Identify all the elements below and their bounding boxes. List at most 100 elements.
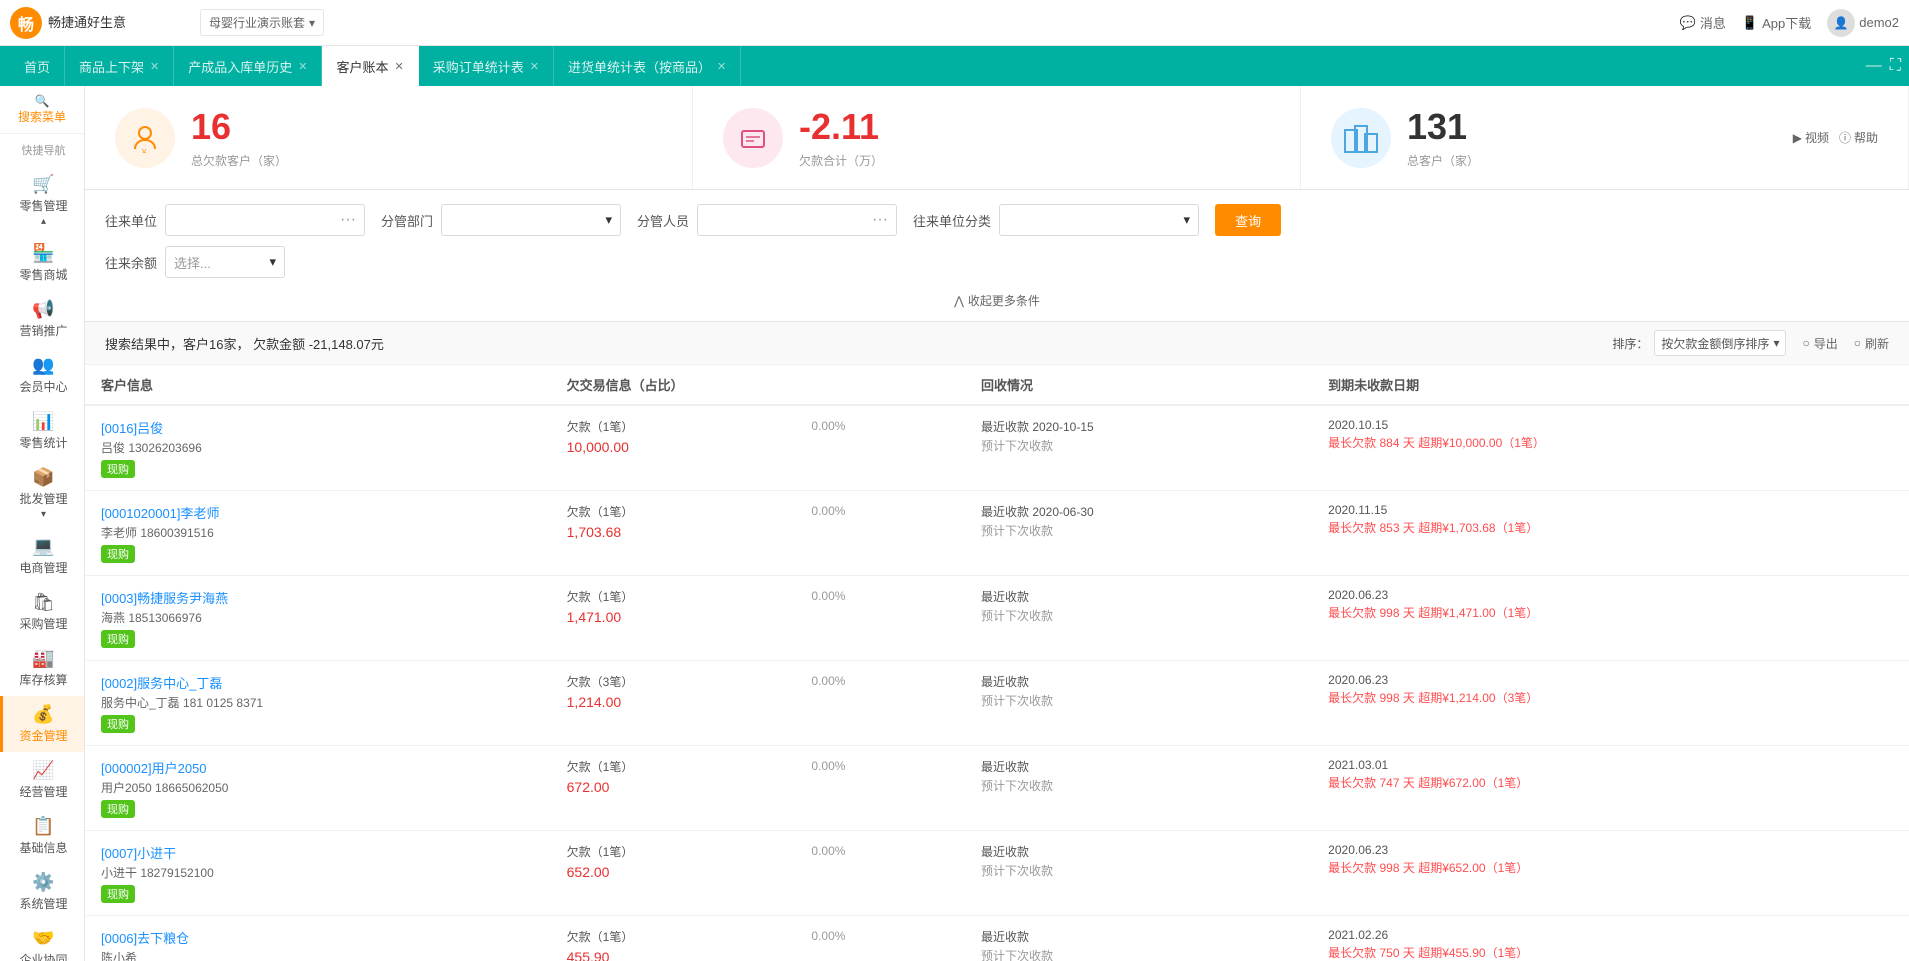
- overdue-link[interactable]: 超期¥1,214.00（3笔）: [1418, 691, 1538, 705]
- sidebar-item-finance[interactable]: 💰 资金管理: [0, 696, 84, 752]
- debt-percent: 0.00%: [811, 419, 845, 433]
- query-button[interactable]: 查询: [1215, 204, 1281, 236]
- customer-code-link[interactable]: [0001020001]李老师: [101, 506, 220, 521]
- debt-amount[interactable]: 455.90: [567, 949, 610, 961]
- user-profile-btn[interactable]: 👤 demo2: [1827, 9, 1899, 37]
- message-btn[interactable]: 💬 消息: [1680, 13, 1726, 32]
- overdue-link[interactable]: 超期¥1,703.68（1笔）: [1418, 521, 1538, 535]
- sidebar-item-member-center[interactable]: 👥 会员中心: [0, 347, 84, 403]
- refresh-btn[interactable]: ○ 刷新: [1854, 335, 1889, 352]
- tab-close-icon[interactable]: ✕: [150, 60, 159, 73]
- customer-contact: 陈小希: [101, 949, 535, 961]
- tab-close-icon[interactable]: ✕: [298, 60, 307, 73]
- batch-icon: 📦: [32, 467, 54, 488]
- debt-amount[interactable]: 1,471.00: [567, 609, 622, 625]
- sidebar-item-marketing[interactable]: 📢 营销推广: [0, 291, 84, 347]
- sort-select[interactable]: 按欠款金额倒序排序 ▾: [1654, 330, 1786, 356]
- sidebar-item-retail-mgmt[interactable]: 🛒 零售管理 ▴: [0, 166, 84, 235]
- unit-category-select[interactable]: ▾: [999, 204, 1199, 236]
- logo-area: 畅 畅捷通好生意: [10, 7, 190, 39]
- tab-expand-icon[interactable]: ⛶: [1890, 57, 1901, 75]
- sidebar-item-inventory[interactable]: 🏭 库存核算: [0, 640, 84, 696]
- tab-customer-account[interactable]: 客户账本 ✕: [322, 46, 418, 86]
- customer-tag: 现购: [101, 545, 135, 563]
- play-icon: ▶: [1793, 131, 1802, 145]
- sidebar-item-retail-stats[interactable]: 📊 零售统计: [0, 403, 84, 459]
- tab-close-icon[interactable]: ✕: [530, 60, 539, 73]
- debt-amount[interactable]: 652.00: [567, 864, 610, 880]
- sidebar-item-enterprise-coop[interactable]: 🤝 企业协同: [0, 920, 84, 961]
- due-date: 2021.02.26: [1328, 928, 1893, 942]
- sidebar-item-system[interactable]: ⚙️ 系统管理: [0, 864, 84, 920]
- customer-code-link[interactable]: [0006]去下粮仓: [101, 931, 189, 946]
- overdue-link[interactable]: 超期¥10,000.00（1笔）: [1418, 436, 1545, 450]
- due-date-cell: 2020.06.23 最长欠款 998 天 超期¥652.00（1笔）: [1312, 831, 1909, 916]
- more-icon[interactable]: ···: [340, 211, 356, 229]
- customer-code-link[interactable]: [0016]吕俊: [101, 421, 163, 436]
- customer-contact: 用户2050 18665062050: [101, 779, 535, 796]
- overdue-link[interactable]: 超期¥652.00（1笔）: [1418, 861, 1528, 875]
- tab-inbound-summary[interactable]: 进货单统计表（按商品） ✕: [554, 46, 741, 86]
- total-customers-value: 131: [1407, 106, 1479, 148]
- sidebar-item-batch-mgmt[interactable]: 📦 批发管理 ▾: [0, 459, 84, 528]
- stat-card-debt-total: -2.11 欠款合计（万）: [693, 86, 1301, 189]
- customer-tag: 现购: [101, 800, 135, 818]
- debt-count: 欠款（1笔）: [567, 588, 772, 605]
- source-unit-input[interactable]: ···: [165, 204, 365, 236]
- tab-close-icon[interactable]: ✕: [395, 60, 404, 73]
- help-btn[interactable]: ⓘ 帮助: [1839, 129, 1878, 146]
- table-row: [0007]小进干 小进干 18279152100 现购 欠款（1笔） 652.…: [85, 831, 1909, 916]
- manager-input[interactable]: ···: [697, 204, 897, 236]
- next-collection: 预计下次收款: [981, 522, 1296, 539]
- chevron-icon: ▴: [41, 216, 46, 227]
- sidebar-item-purchase[interactable]: 🛍 采购管理: [0, 584, 84, 640]
- sidebar-item-retail-mall[interactable]: 🏪 零售商城: [0, 235, 84, 291]
- customer-code-link[interactable]: [000002]用户2050: [101, 761, 207, 776]
- collapse-btn[interactable]: ⋀ 收起更多条件: [105, 288, 1889, 313]
- chevron-down-icon: ▾: [606, 212, 613, 228]
- customer-code-link[interactable]: [0002]服务中心_丁磊: [101, 676, 222, 691]
- mobile-icon: 📱: [1742, 15, 1758, 31]
- debt-amount[interactable]: 1,703.68: [567, 524, 622, 540]
- more-icon[interactable]: ···: [872, 211, 888, 229]
- tab-minimize-icon[interactable]: —: [1866, 57, 1882, 75]
- table-row: [0006]去下粮仓 陈小希 现购 欠款（1笔） 455.90 0.00% 最近…: [85, 916, 1909, 961]
- col-collection: 回收情况: [965, 365, 1312, 405]
- due-date-cell: 2021.02.26 最长欠款 750 天 超期¥455.90（1笔）: [1312, 916, 1909, 961]
- tab-products-history[interactable]: 产成品入库单历史 ✕: [174, 46, 322, 86]
- tab-close-icon[interactable]: ✕: [717, 60, 726, 73]
- debt-percent: 0.00%: [811, 589, 845, 603]
- app-download-btn[interactable]: 📱 App下载: [1742, 13, 1811, 32]
- export-btn[interactable]: ○ 导出: [1802, 335, 1837, 352]
- dept-select[interactable]: ▾: [441, 204, 621, 236]
- stats-icon: 📊: [32, 411, 54, 432]
- debt-amount[interactable]: 1,214.00: [567, 694, 622, 710]
- next-collection: 预计下次收款: [981, 947, 1296, 961]
- chevron-down-icon: ▾: [1773, 336, 1779, 350]
- mall-icon: 🏪: [32, 243, 54, 264]
- sidebar-search[interactable]: 🔍 搜索菜单: [0, 86, 84, 134]
- sidebar-item-basic-info[interactable]: 📋 基础信息: [0, 808, 84, 864]
- sidebar-item-operations[interactable]: 📈 经营管理: [0, 752, 84, 808]
- overdue-link[interactable]: 超期¥672.00（1笔）: [1418, 776, 1528, 790]
- customer-code-link[interactable]: [0007]小进干: [101, 846, 176, 861]
- tab-bar-actions: — ⛶: [1866, 57, 1909, 75]
- overdue-link[interactable]: 超期¥1,471.00（1笔）: [1418, 606, 1538, 620]
- debt-amount[interactable]: 10,000.00: [567, 439, 629, 455]
- overdue-link[interactable]: 超期¥455.90（1笔）: [1418, 946, 1528, 960]
- tab-home[interactable]: 首页: [10, 46, 65, 86]
- due-date-cell: 2020.10.15 最长欠款 884 天 超期¥10,000.00（1笔）: [1312, 405, 1909, 491]
- customer-code-link[interactable]: [0003]畅捷服务尹海燕: [101, 591, 228, 606]
- top-bar-right: 💬 消息 📱 App下载 👤 demo2: [1680, 9, 1899, 37]
- tab-products-shelf[interactable]: 商品上下架 ✕: [65, 46, 174, 86]
- debt-amount[interactable]: 672.00: [567, 779, 610, 795]
- filter-unit-category: 往来单位分类 ▾: [913, 204, 1199, 236]
- next-collection: 预计下次收款: [981, 862, 1296, 879]
- brand-selector[interactable]: 母婴行业演示账套 ▾: [200, 9, 324, 36]
- debt-info-cell: 欠款（3笔） 1,214.00: [551, 661, 788, 746]
- marketing-icon: 📢: [32, 299, 54, 320]
- video-btn[interactable]: ▶ 视频: [1793, 129, 1829, 146]
- balance-select[interactable]: 选择... ▾: [165, 246, 285, 278]
- sidebar-item-ecommerce[interactable]: 💻 电商管理: [0, 528, 84, 584]
- tab-purchase-summary[interactable]: 采购订单统计表 ✕: [419, 46, 554, 86]
